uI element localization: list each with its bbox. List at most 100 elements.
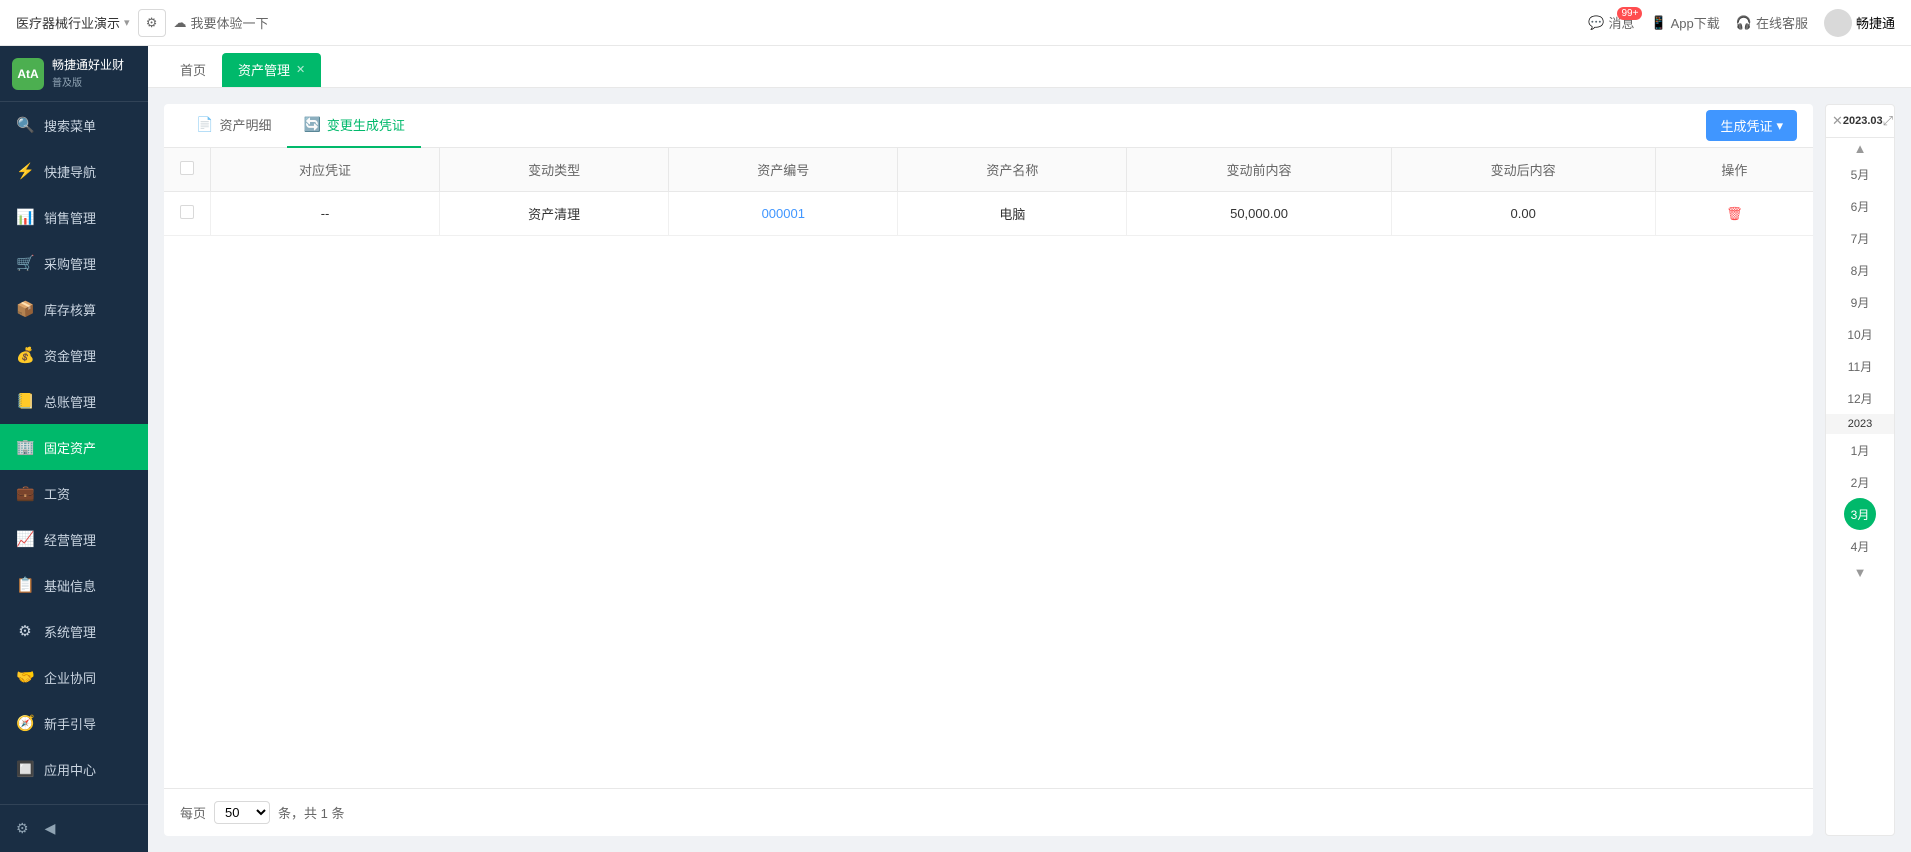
settings-button[interactable]: ⚙ (138, 9, 166, 37)
sidebar-item-sales[interactable]: 📊 销售管理 (0, 194, 148, 240)
tab-asset-mgmt[interactable]: 资产管理 ✕ (222, 53, 321, 87)
tab-home-label: 首页 (180, 60, 206, 79)
row-0-delete-button[interactable]: 🗑 (1726, 206, 1743, 221)
cal-2023-month-2月: 2月 (1826, 466, 1894, 498)
year-2023-label: 2023 (1826, 414, 1894, 434)
col-asset-name: 资产名称 (898, 148, 1127, 192)
calendar-close-button[interactable]: ✕ (1832, 113, 1843, 129)
username: 畅捷通 (1856, 13, 1895, 32)
message-button[interactable]: 💬 消息 99+ (1588, 13, 1634, 32)
purchase-icon: 🛒 (16, 254, 34, 272)
generate-voucher-button[interactable]: 生成凭证 ▾ (1706, 110, 1797, 141)
table-footer: 每页 10 20 50 100 条，共 1 条 (164, 788, 1813, 836)
customer-service-button[interactable]: 🎧 在线客服 (1736, 13, 1808, 32)
sidebar-item-quick-nav[interactable]: ⚡ 快捷导航 (0, 148, 148, 194)
table-area: 对应凭证 变动类型 资产编号 资产名称 变动前内容 变动后内容 操作 (164, 148, 1813, 788)
select-all-checkbox[interactable] (180, 161, 194, 175)
sidebar-settings-button[interactable]: ⚙ (16, 820, 29, 837)
app-download-label: App下载 (1671, 13, 1720, 32)
sidebar-logo: AtA 畅捷通好业财 普及版 (0, 46, 148, 102)
cal-month-btn-7月[interactable]: 7月 (1851, 222, 1870, 254)
sidebar-item-search[interactable]: 🔍 搜索菜单 (0, 102, 148, 148)
sidebar-collapse-button[interactable]: ◀ (45, 820, 56, 837)
sidebar-item-label-inventory: 库存核算 (44, 300, 96, 319)
tab-home[interactable]: 首页 (164, 53, 222, 87)
logo-abbr: AtA (17, 67, 38, 81)
subtab-asset-detail[interactable]: 📄 资产明细 (180, 104, 287, 148)
table-row: -- 资产清理 000001 电脑 50,000.00 0.00 🗑 (164, 192, 1813, 236)
sidebar-item-system[interactable]: ⚙ 系统管理 (0, 608, 148, 654)
sidebar-item-basic-info[interactable]: 📋 基础信息 (0, 562, 148, 608)
app-center-icon: 🔲 (16, 760, 34, 778)
sidebar-item-label-search: 搜索菜单 (44, 116, 96, 135)
cal-active-month-btn[interactable]: 3月 (1844, 498, 1876, 530)
cal-month-btn-11月[interactable]: 11月 (1848, 350, 1872, 382)
sidebar-item-cooperation[interactable]: 🤝 企业协同 (0, 654, 148, 700)
col-action: 操作 (1655, 148, 1813, 192)
tab-close-icon[interactable]: ✕ (296, 63, 305, 76)
search-icon: 🔍 (16, 116, 34, 134)
row-0-select-checkbox[interactable] (180, 205, 194, 219)
row-0-voucher: -- (211, 192, 440, 236)
experience-button[interactable]: ☁ 我要体验一下 (174, 13, 269, 32)
calendar-scroll[interactable]: ▲ 5月6月7月8月9月10月11月12月 2023 1月2月3月4月 ▼ (1826, 138, 1894, 835)
customer-service-label: 在线客服 (1756, 13, 1808, 32)
sidebar-item-fixed-assets[interactable]: 🏢 固定资产 (0, 424, 148, 470)
subtab-change-voucher[interactable]: 🔄 变更生成凭证 (287, 104, 420, 148)
cal-month-btn-9月[interactable]: 9月 (1851, 286, 1870, 318)
sidebar-item-label-sales: 销售管理 (44, 208, 96, 227)
sidebar-item-purchase[interactable]: 🛒 采购管理 (0, 240, 148, 286)
guide-icon: 🧭 (16, 714, 34, 732)
sidebar-item-ledger[interactable]: 📒 总账管理 (0, 378, 148, 424)
subtab-change-voucher-label: 变更生成凭证 (327, 115, 405, 134)
sidebar-item-app-center[interactable]: 🔲 应用中心 (0, 746, 148, 792)
calendar-header: ✕ 2023.03 ⤢ (1826, 105, 1894, 138)
cal-month-12月: 12月 (1826, 382, 1894, 414)
asset-table: 对应凭证 变动类型 资产编号 资产名称 变动前内容 变动后内容 操作 (164, 148, 1813, 236)
cal-2023-month-4月: 4月 (1826, 530, 1894, 562)
logo-edition: 普及版 (52, 74, 124, 89)
cal-month-btn-8月[interactable]: 8月 (1851, 254, 1870, 286)
message-icon: 💬 (1588, 15, 1604, 31)
per-page-select[interactable]: 10 20 50 100 (214, 801, 270, 824)
message-badge: 99+ (1617, 7, 1642, 20)
calendar-scroll-up-button[interactable]: ▲ (1826, 138, 1894, 158)
main-panel: 📄 资产明细 🔄 变更生成凭证 生成凭证 ▾ (164, 104, 1813, 836)
calendar-expand-button[interactable]: ⤢ (1883, 113, 1893, 129)
cal-month-btn-12月[interactable]: 12月 (1847, 382, 1872, 414)
company-selector[interactable]: 医疗器械行业演示 ▾ (16, 13, 130, 32)
sidebar-item-label-guide: 新手引导 (44, 714, 96, 733)
cal-2023-month-btn-2月[interactable]: 2月 (1851, 466, 1870, 498)
cal-month-9月: 9月 (1826, 286, 1894, 318)
system-icon: ⚙ (16, 622, 34, 640)
user-profile[interactable]: 畅捷通 (1824, 9, 1895, 37)
sidebar-item-inventory[interactable]: 📦 库存核算 (0, 286, 148, 332)
change-icon: 🔄 (303, 116, 320, 133)
cal-2023-month-btn-4月[interactable]: 4月 (1851, 530, 1870, 562)
row-0-asset-code: 000001 (669, 192, 898, 236)
sidebar-item-funds[interactable]: 💰 资金管理 (0, 332, 148, 378)
chevron-down-icon: ▾ (124, 16, 130, 29)
sidebar-item-label-system: 系统管理 (44, 622, 96, 641)
sidebar-item-guide[interactable]: 🧭 新手引导 (0, 700, 148, 746)
cloud-icon: ☁ (174, 15, 187, 31)
document-icon: 📄 (196, 116, 213, 133)
calendar-scroll-down-button[interactable]: ▼ (1826, 562, 1894, 582)
app-download-button[interactable]: 📱 App下载 (1650, 13, 1719, 32)
inventory-icon: 📦 (16, 300, 34, 318)
cal-month-7月: 7月 (1826, 222, 1894, 254)
logo-text: 畅捷通好业财 (52, 58, 124, 74)
basic-info-icon: 📋 (16, 576, 34, 594)
funds-icon: 💰 (16, 346, 34, 364)
cal-month-btn-10月[interactable]: 10月 (1847, 318, 1872, 350)
sidebar-item-salary[interactable]: 💼 工资 (0, 470, 148, 516)
table-header-row: 对应凭证 变动类型 资产编号 资产名称 变动前内容 变动后内容 操作 (164, 148, 1813, 192)
col-voucher: 对应凭证 (211, 148, 440, 192)
cal-month-btn-6月[interactable]: 6月 (1851, 190, 1870, 222)
sidebar-item-operations[interactable]: 📈 经营管理 (0, 516, 148, 562)
cal-month-btn-5月[interactable]: 5月 (1851, 158, 1870, 190)
content-area: 首页 资产管理 ✕ 📄 资产明细 🔄 变更生成凭证 (148, 46, 1911, 852)
cal-2023-month-btn-1月[interactable]: 1月 (1851, 434, 1870, 466)
total-count-label: 条，共 1 条 (278, 803, 344, 822)
cal-month-11月: 11月 (1826, 350, 1894, 382)
